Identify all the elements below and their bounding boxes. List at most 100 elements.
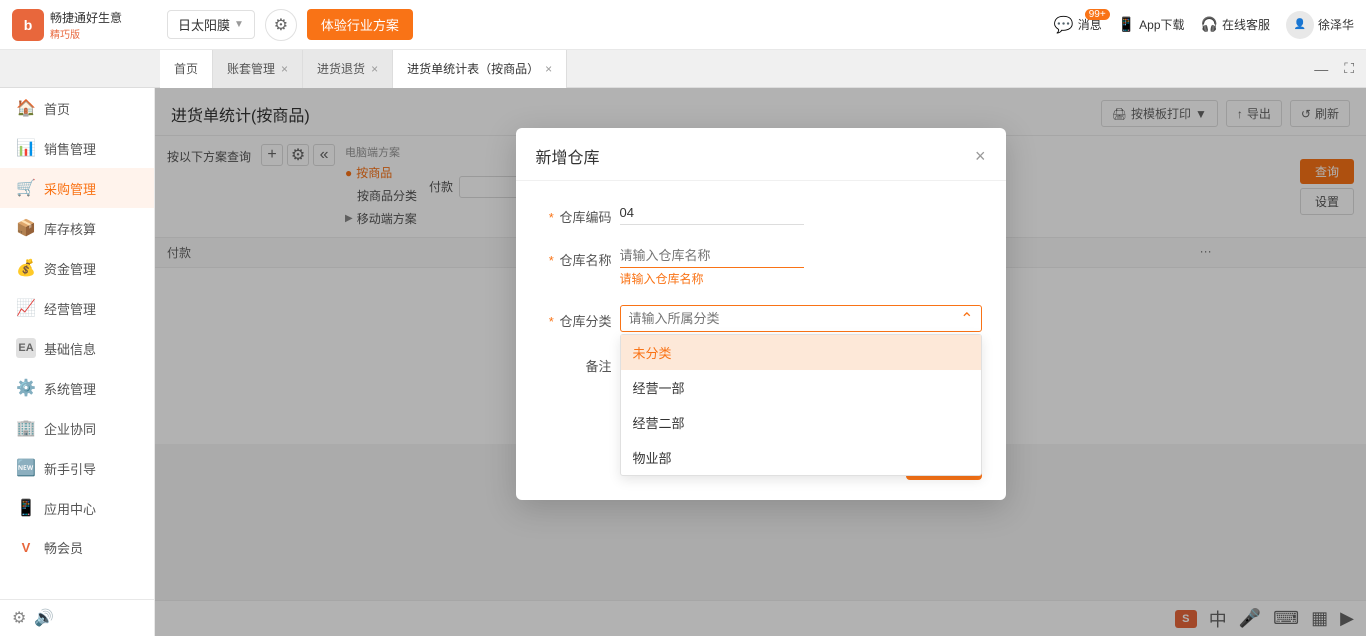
settings-gear-icon[interactable]: ⚙ [265, 9, 297, 41]
form-row-category: * 仓库分类 ⌃ 未分类 经营一部 经营二部 物业部 [540, 305, 982, 332]
new-warehouse-dialog: 新增仓库 × * 仓库编码 [516, 128, 1006, 500]
required-mark-category: * [549, 314, 554, 329]
finance-icon: 💰 [16, 258, 36, 278]
mobile-icon: 📱 [1118, 16, 1135, 33]
purchase-icon: 🛒 [16, 178, 36, 198]
sidebar-item-finance-label: 资金管理 [44, 259, 96, 278]
category-chevron-icon[interactable]: ⌃ [960, 309, 973, 329]
notification-badge: 99+ [1085, 9, 1110, 20]
sidebar-item-basic[interactable]: EA 基础信息 [0, 328, 154, 368]
sidebar: 🏠 首页 📊 销售管理 🛒 采购管理 📦 库存核算 💰 资金管理 📈 经营管理 … [0, 88, 155, 636]
category-label: * 仓库分类 [540, 305, 620, 330]
sidebar-item-home-label: 首页 [44, 99, 70, 118]
code-input-wrapper [620, 201, 982, 225]
tab-bar-right: — ⛶ [1310, 58, 1366, 79]
sidebar-settings-icon[interactable]: ⚙ [12, 608, 26, 628]
inventory-icon: 📦 [16, 218, 36, 238]
tab-purchase-stats-label: 进货单统计表（按商品） [407, 60, 539, 77]
category-input-wrapper: ⌃ 未分类 经营一部 经营二部 物业部 [620, 305, 982, 332]
operations-icon: 📈 [16, 298, 36, 318]
sidebar-item-operations-label: 经营管理 [44, 299, 96, 318]
tab-accounts-close-icon[interactable]: × [281, 62, 288, 76]
headset-icon: 🎧 [1201, 16, 1218, 33]
logo-area: b 畅捷通好生意 精巧版 [12, 9, 167, 41]
sidebar-item-guide[interactable]: 🆕 新手引导 [0, 448, 154, 488]
sidebar-item-sales-label: 销售管理 [44, 139, 96, 158]
basic-icon: EA [16, 338, 36, 358]
tab-accounts-label: 账套管理 [227, 60, 275, 77]
content-area: 进货单统计(按商品) 🖨 按模板打印 ▼ ↑ 导出 ↺ 刷新 按以下方案查询 [155, 88, 1366, 636]
code-input[interactable] [620, 201, 804, 225]
name-error-hint: 请输入仓库名称 [620, 270, 982, 287]
required-mark-code: * [549, 210, 554, 225]
dropdown-item-dept1[interactable]: 经营一部 [621, 370, 981, 405]
sidebar-item-appcenter[interactable]: 📱 应用中心 [0, 488, 154, 528]
vip-icon: V [16, 540, 36, 555]
code-label: * 仓库编码 [540, 201, 620, 226]
tab-home[interactable]: 首页 [160, 50, 213, 88]
sales-icon: 📊 [16, 138, 36, 158]
dropdown-item-dept2[interactable]: 经营二部 [621, 405, 981, 440]
guide-icon: 🆕 [16, 458, 36, 478]
sidebar-item-vip-label: 畅会员 [44, 538, 83, 557]
sidebar-item-system-label: 系统管理 [44, 379, 96, 398]
tab-accounts[interactable]: 账套管理 × [213, 50, 303, 88]
dialog-title: 新增仓库 [536, 144, 600, 168]
user-icon: 👤 [1294, 19, 1306, 30]
tab-maximize-icon[interactable]: ⛶ [1340, 58, 1358, 79]
sidebar-item-enterprise-label: 企业协同 [44, 419, 96, 438]
home-icon: 🏠 [16, 98, 36, 118]
tab-purchase-stats[interactable]: 进货单统计表（按商品） × [393, 50, 567, 88]
sidebar-item-inventory-label: 库存核算 [44, 219, 96, 238]
sidebar-item-vip[interactable]: V 畅会员 [0, 528, 154, 567]
bell-icon: 💬 [1054, 15, 1074, 35]
trial-btn[interactable]: 体验行业方案 [307, 9, 413, 40]
sidebar-item-purchase-label: 采购管理 [44, 179, 96, 198]
dropdown-item-dept3[interactable]: 物业部 [621, 440, 981, 475]
sidebar-speaker-icon[interactable]: 🔊 [34, 608, 54, 628]
sidebar-item-basic-label: 基础信息 [44, 339, 96, 358]
customer-service-btn[interactable]: 🎧 在线客服 [1201, 16, 1270, 33]
sidebar-item-guide-label: 新手引导 [44, 459, 96, 478]
modal-overlay[interactable]: 新增仓库 × * 仓库编码 [155, 88, 1366, 636]
avatar: 👤 [1286, 11, 1314, 39]
category-input[interactable] [620, 305, 982, 332]
tab-purchase-return-close-icon[interactable]: × [371, 62, 378, 76]
sidebar-item-inventory[interactable]: 📦 库存核算 [0, 208, 154, 248]
dialog-body: * 仓库编码 * 仓库名称 [516, 181, 1006, 432]
sidebar-item-appcenter-label: 应用中心 [44, 499, 96, 518]
header-right: 💬 消息 99+ 📱 App下载 🎧 在线客服 👤 徐泽华 [1054, 11, 1354, 39]
dialog-close-icon[interactable]: × [975, 146, 986, 167]
logo-text: 畅捷通好生意 精巧版 [50, 9, 122, 41]
tab-home-label: 首页 [174, 60, 198, 77]
notes-label: 备注 [540, 350, 620, 375]
sidebar-item-home[interactable]: 🏠 首页 [0, 88, 154, 128]
sidebar-item-operations[interactable]: 📈 经营管理 [0, 288, 154, 328]
sidebar-item-finance[interactable]: 💰 资金管理 [0, 248, 154, 288]
notifications-btn[interactable]: 💬 消息 99+ [1054, 15, 1102, 35]
name-input-wrapper: 请输入仓库名称 [620, 244, 982, 287]
appcenter-icon: 📱 [16, 498, 36, 518]
sidebar-item-sales[interactable]: 📊 销售管理 [0, 128, 154, 168]
store-name: 日太阳膜 [178, 15, 230, 34]
top-header: b 畅捷通好生意 精巧版 日太阳膜 ▼ ⚙ 体验行业方案 💬 消息 99+ 📱 … [0, 0, 1366, 50]
dropdown-item-unclassified[interactable]: 未分类 [621, 335, 981, 370]
logo-icon: b [12, 9, 44, 41]
sidebar-item-purchase[interactable]: 🛒 采购管理 [0, 168, 154, 208]
sidebar-item-enterprise[interactable]: 🏢 企业协同 [0, 408, 154, 448]
tab-minimize-icon[interactable]: — [1310, 59, 1332, 79]
name-input[interactable] [620, 244, 804, 268]
sidebar-item-system[interactable]: ⚙️ 系统管理 [0, 368, 154, 408]
store-selector[interactable]: 日太阳膜 ▼ [167, 10, 255, 39]
enterprise-icon: 🏢 [16, 418, 36, 438]
form-row-name: * 仓库名称 请输入仓库名称 [540, 244, 982, 287]
system-icon: ⚙️ [16, 378, 36, 398]
tab-purchase-return[interactable]: 进货退货 × [303, 50, 393, 88]
main-layout: 🏠 首页 📊 销售管理 🛒 采购管理 📦 库存核算 💰 资金管理 📈 经营管理 … [0, 88, 1366, 636]
tab-purchase-stats-close-icon[interactable]: × [545, 62, 552, 76]
user-menu[interactable]: 👤 徐泽华 [1286, 11, 1354, 39]
tab-purchase-return-label: 进货退货 [317, 60, 365, 77]
tab-bar: 首页 账套管理 × 进货退货 × 进货单统计表（按商品） × — ⛶ [0, 50, 1366, 88]
app-download-btn[interactable]: 📱 App下载 [1118, 16, 1185, 33]
name-label: * 仓库名称 [540, 244, 620, 269]
